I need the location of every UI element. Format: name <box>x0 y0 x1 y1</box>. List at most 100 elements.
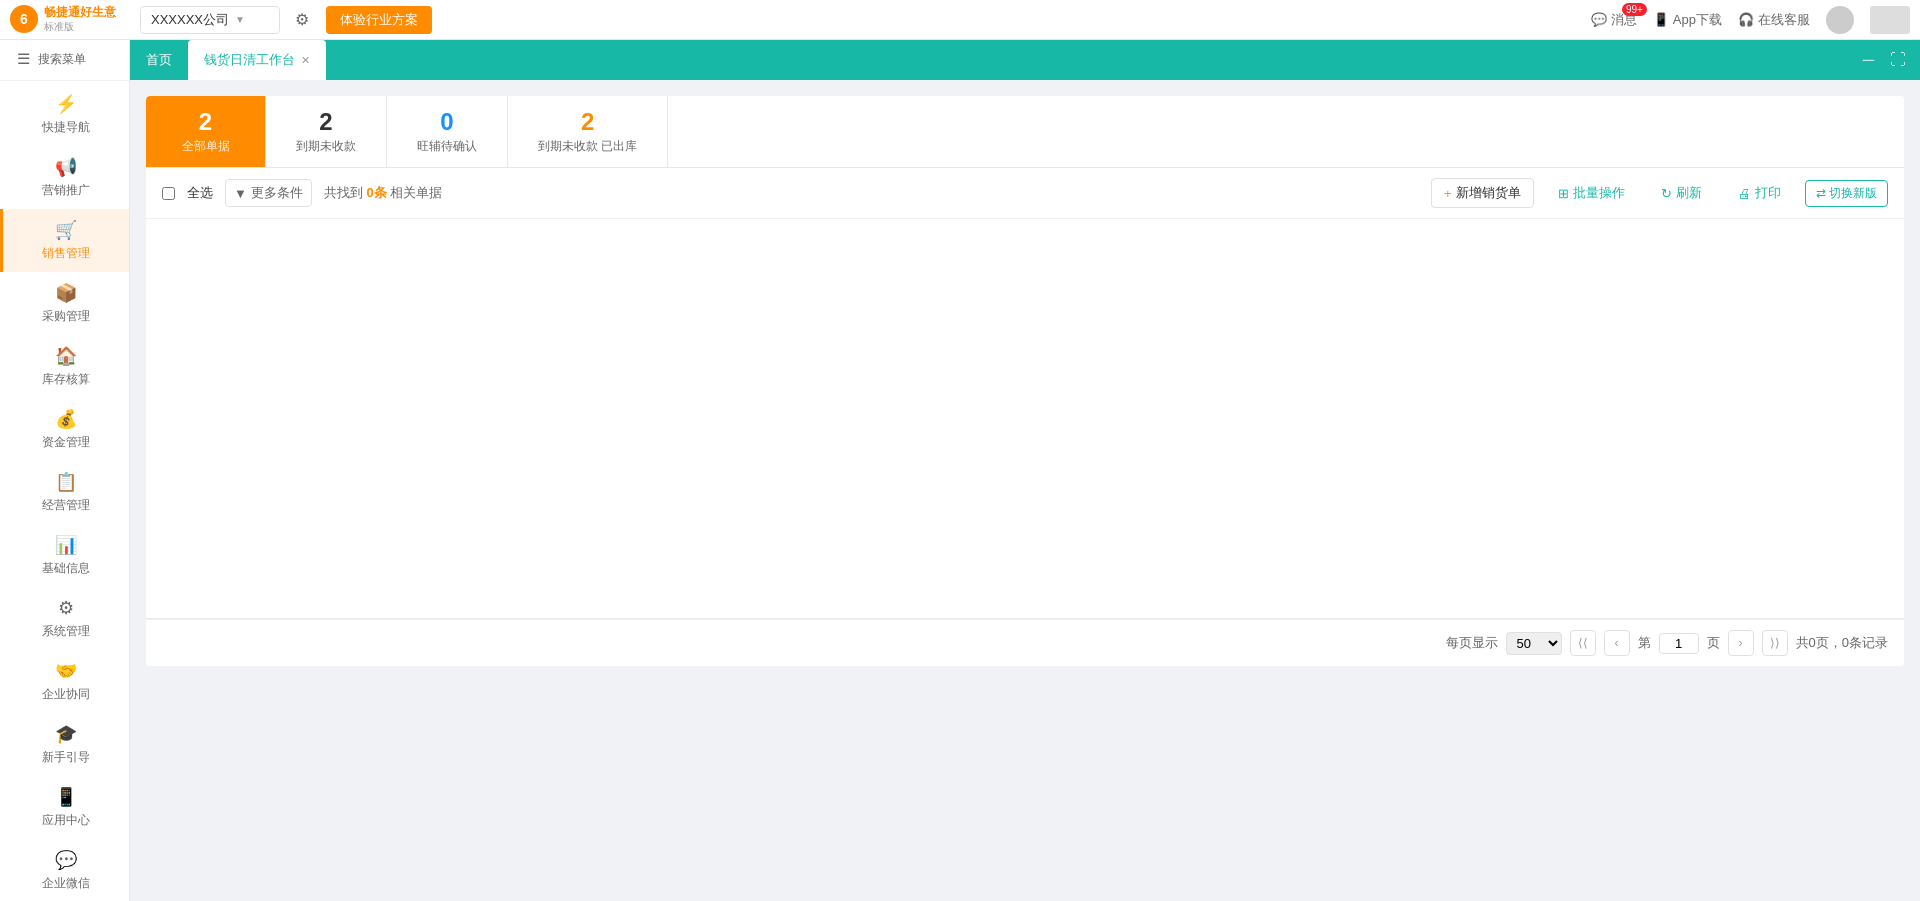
settings-icon[interactable]: ⚙ <box>288 6 316 34</box>
plus-icon: + <box>1444 186 1452 201</box>
sidebar-icon-13: 💬 <box>55 849 77 871</box>
sidebar-label-13: 企业微信 <box>42 875 90 892</box>
print-icon: 🖨 <box>1738 186 1751 201</box>
refresh-button[interactable]: ↻ 刷新 <box>1649 179 1714 207</box>
batch-icon: ⊞ <box>1558 186 1569 201</box>
sidebar-item-企业微信[interactable]: 💬 企业微信 <box>0 839 129 901</box>
sidebar-icon-2: 📢 <box>55 156 77 178</box>
prev-page-button[interactable]: ‹ <box>1604 630 1630 656</box>
sidebar-item-系统管理[interactable]: ⚙系统管理 <box>0 587 129 650</box>
add-sale-order-button[interactable]: + 新增销货单 <box>1431 178 1534 208</box>
app-download-button[interactable]: 📱 App下载 <box>1653 11 1722 29</box>
tab-0[interactable]: 首页 <box>130 40 188 80</box>
page-number-input[interactable] <box>1659 633 1699 654</box>
batch-label: 批量操作 <box>1573 184 1625 202</box>
stat-tab-1[interactable]: 2到期未收款 <box>266 96 387 167</box>
filter-button[interactable]: ▼ 更多条件 <box>225 179 312 207</box>
stat-label-0: 全部单据 <box>182 138 230 155</box>
sidebar-item-快捷导航[interactable]: ⚡快捷导航 <box>0 83 129 146</box>
sidebar-icon-4: 📦 <box>55 282 77 304</box>
message-button[interactable]: 💬 消息 99+ <box>1591 11 1637 29</box>
service-icon: 🎧 <box>1738 12 1754 27</box>
last-page-button[interactable]: ⟩⟩ <box>1762 630 1788 656</box>
top-header: 6 畅捷通好生意 标准版 XXXXXX公司 ▼ ⚙ 体验行业方案 💬 消息 99… <box>0 0 1920 40</box>
toolbar-left: 全选 ▼ 更多条件 共找到 0条 相关单据 <box>162 179 1419 207</box>
sidebar-item-基础信息[interactable]: 📊 基础信息 <box>0 524 129 587</box>
refresh-label: 刷新 <box>1676 184 1702 202</box>
tab-label-0: 首页 <box>146 51 172 69</box>
filter-label: 更多条件 <box>251 184 303 202</box>
header-right: 💬 消息 99+ 📱 App下载 🎧 在线客服 <box>1591 6 1910 34</box>
trial-button[interactable]: 体验行业方案 <box>326 6 432 34</box>
add-btn-label: 新增销货单 <box>1456 184 1521 202</box>
stat-tab-0[interactable]: 2 全部单据 <box>146 96 266 167</box>
sidebar-item-经营管理[interactable]: 📋经营管理 <box>0 461 129 524</box>
sidebar-item-采购管理[interactable]: 📦 采购管理 <box>0 272 129 335</box>
logo-icon: 6 <box>10 5 38 33</box>
next-page-button[interactable]: › <box>1728 630 1754 656</box>
switch-version-button[interactable]: ⇄ 切换新版 <box>1805 180 1888 207</box>
per-page-select[interactable]: 50 100 200 <box>1506 632 1562 655</box>
sidebar-label-12: 应用中心 <box>42 812 90 829</box>
logo-text: 畅捷通好生意 <box>44 5 116 19</box>
avatar[interactable] <box>1826 6 1854 34</box>
main-content: 2 全部单据 2到期未收款 0 旺辅待确认 2 到期未收款 已出库 全选 ▼ 更多条件 共找… <box>130 80 1920 901</box>
sidebar-item-销售管理[interactable]: 🛒 销售管理 <box>0 209 129 272</box>
sidebar-label-8: 基础信息 <box>42 560 90 577</box>
stat-count-3: 2 <box>581 108 594 136</box>
sidebar-icon-9: ⚙ <box>58 597 74 619</box>
sidebar-item-搜索菜单[interactable]: ☰搜索菜单 <box>0 40 129 78</box>
per-page-label: 每页显示 <box>1446 634 1498 652</box>
logo-area: 6 畅捷通好生意 标准版 <box>10 5 140 33</box>
refresh-icon: ↻ <box>1661 186 1672 201</box>
select-all-checkbox[interactable] <box>162 187 175 200</box>
sidebar-label-2: 营销推广 <box>42 182 90 199</box>
tab-maximize-button[interactable]: ⛶ <box>1886 49 1910 71</box>
stat-tab-3[interactable]: 2 到期未收款 已出库 <box>508 96 668 167</box>
stat-tab-2[interactable]: 0 旺辅待确认 <box>387 96 508 167</box>
sidebar-icon-10: 🤝 <box>55 660 77 682</box>
batch-operation-button[interactable]: ⊞ 批量操作 <box>1546 179 1637 207</box>
logo-sub: 标准版 <box>44 20 116 34</box>
toolbar: 全选 ▼ 更多条件 共找到 0条 相关单据 + 新增销货单 ⊞ <box>146 168 1904 219</box>
sidebar-icon-3: 🛒 <box>55 219 77 241</box>
sidebar-label-10: 企业协同 <box>42 686 90 703</box>
avatar-image <box>1826 6 1854 34</box>
result-text: 共找到 0条 相关单据 <box>324 184 442 202</box>
sidebar-item-资金管理[interactable]: 💰资金管理 <box>0 398 129 461</box>
sidebar-label-4: 采购管理 <box>42 308 90 325</box>
tab-1[interactable]: 钱货日清工作台 ✕ <box>188 40 326 80</box>
toolbar-right: + 新增销货单 ⊞ 批量操作 ↻ 刷新 🖨 打印 ⇄ 切换新版 <box>1431 178 1888 208</box>
sidebar-icon-12: 📱 <box>55 786 77 808</box>
print-label: 打印 <box>1755 184 1781 202</box>
tab-label-1: 钱货日清工作台 <box>204 51 295 69</box>
tab-minimize-button[interactable]: ─ <box>1859 49 1878 71</box>
switch-label: 切换新版 <box>1829 186 1877 200</box>
result-count: 0条 <box>367 185 387 200</box>
stat-label-2: 旺辅待确认 <box>417 138 477 155</box>
tab-close-1[interactable]: ✕ <box>301 54 310 67</box>
page-label: 第 <box>1638 634 1651 652</box>
sidebar-icon-6: 💰 <box>55 408 77 430</box>
sidebar-item-库存核算[interactable]: 🏠库存核算 <box>0 335 129 398</box>
sidebar-label-11: 新手引导 <box>42 749 90 766</box>
sidebar-item-新手引导[interactable]: 🎓新手引导 <box>0 713 129 776</box>
app-download-label: App下载 <box>1673 11 1722 29</box>
stat-label-1: 到期未收款 <box>296 138 356 155</box>
first-page-button[interactable]: ⟨⟨ <box>1570 630 1596 656</box>
sidebar-item-营销推广[interactable]: 📢 营销推广 <box>0 146 129 209</box>
sidebar-icon-8: 📊 <box>55 534 77 556</box>
stats-tabs: 2 全部单据 2到期未收款 0 旺辅待确认 2 到期未收款 已出库 <box>146 96 1904 168</box>
stat-label-3: 到期未收款 已出库 <box>538 138 637 155</box>
company-selector[interactable]: XXXXXX公司 ▼ <box>140 6 280 34</box>
total-info: 共0页，0条记录 <box>1796 634 1888 652</box>
sidebar-item-企业协同[interactable]: 🤝 企业协同 <box>0 650 129 713</box>
chevron-down-icon: ▼ <box>235 14 245 25</box>
stat-count-2: 0 <box>440 108 453 136</box>
sidebar-item-应用中心[interactable]: 📱 应用中心 <box>0 776 129 839</box>
download-icon: 📱 <box>1653 12 1669 27</box>
stat-count-0: 2 <box>199 108 212 136</box>
print-button[interactable]: 🖨 打印 <box>1726 179 1793 207</box>
online-service-button[interactable]: 🎧 在线客服 <box>1738 11 1810 29</box>
sidebar-label-3: 销售管理 <box>42 245 90 262</box>
